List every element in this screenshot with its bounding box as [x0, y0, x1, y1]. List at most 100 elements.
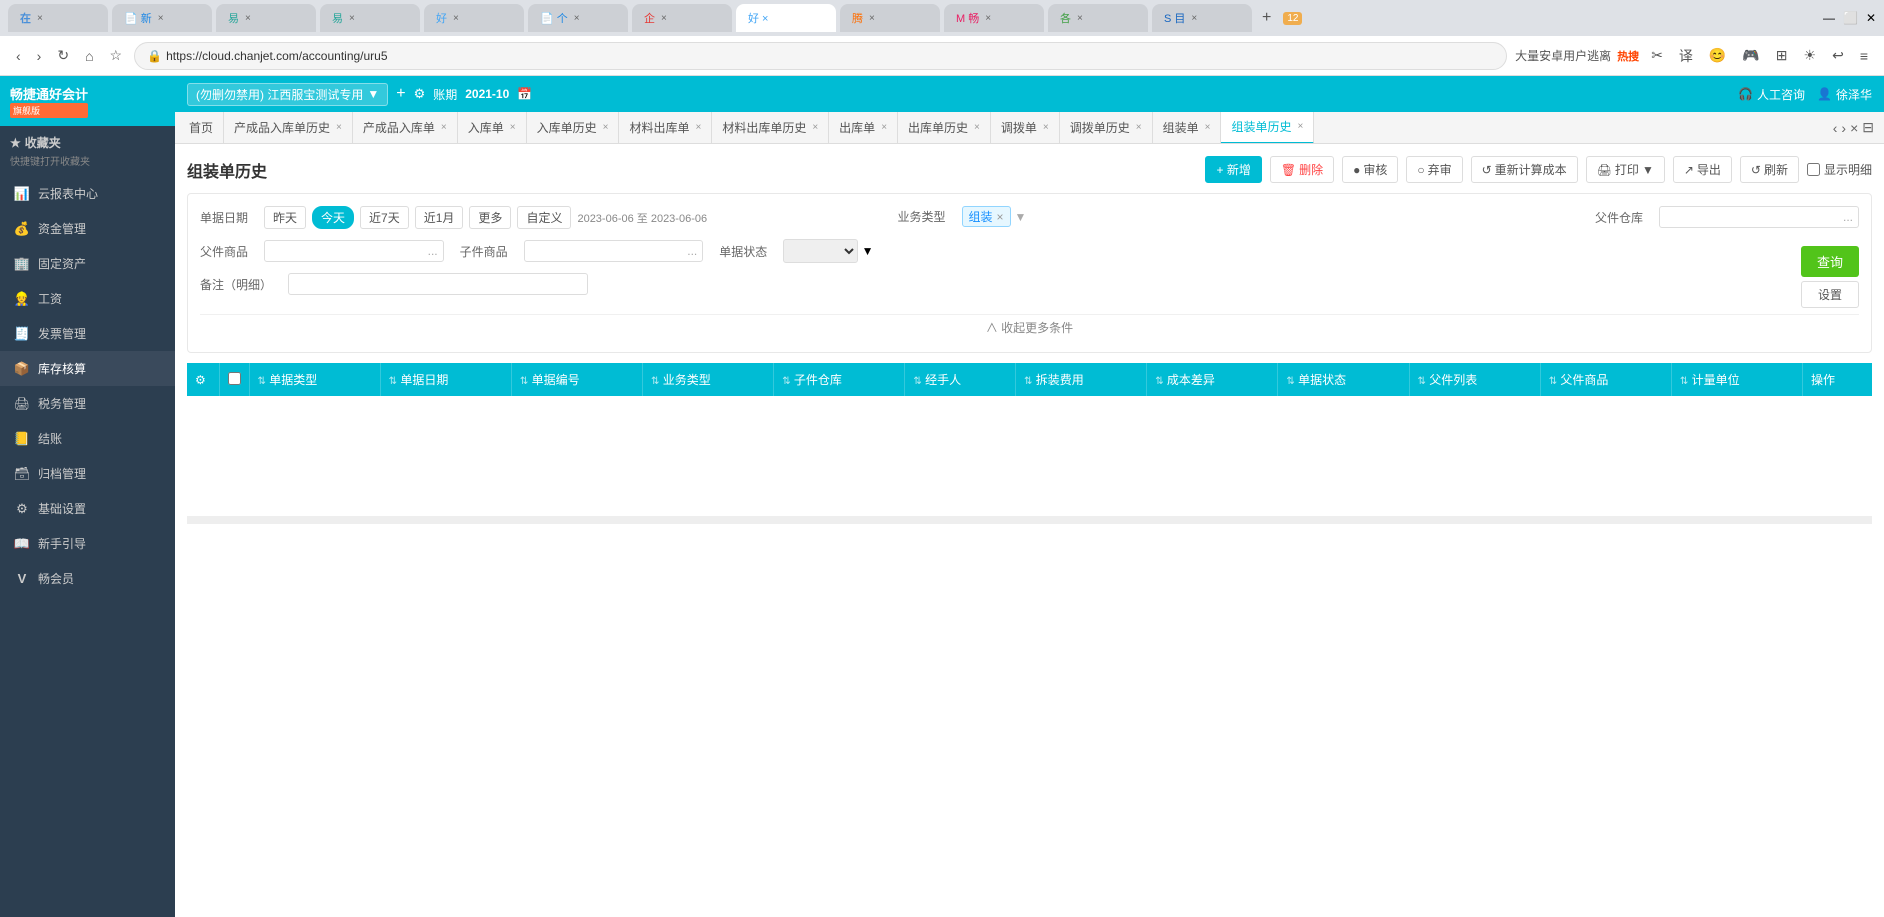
tab-transfer-history[interactable]: 调拨单历史 ×	[1060, 112, 1153, 144]
column-check[interactable]	[219, 363, 249, 396]
tab-inbound-history[interactable]: 入库单历史 ×	[527, 112, 620, 144]
sidebar-item-inventory[interactable]: 📦 库存核算	[0, 351, 175, 386]
tab-close-material-outbound-history[interactable]: ×	[812, 122, 818, 133]
scissors-btn[interactable]: ✂	[1647, 43, 1667, 68]
tab-close-9[interactable]: ×	[869, 13, 875, 24]
sidebar-item-salary[interactable]: 👷 工资	[0, 281, 175, 316]
set-button[interactable]: 设置	[1801, 281, 1859, 308]
tab-close-inbound[interactable]: ×	[510, 122, 516, 133]
add-button[interactable]: + 新增	[1205, 156, 1261, 183]
tab-material-outbound[interactable]: 材料出库单 ×	[619, 112, 712, 144]
browser-tab-12[interactable]: S 目 ×	[1152, 4, 1252, 32]
tab-close-3[interactable]: ×	[245, 13, 251, 24]
recalculate-button[interactable]: ↺ 重新计算成本	[1471, 156, 1578, 183]
undo-btn[interactable]: ↩	[1828, 43, 1848, 68]
collapse-filter-btn[interactable]: ∧ 收起更多条件	[200, 314, 1859, 340]
tab-close-transfer[interactable]: ×	[1043, 122, 1049, 133]
parent-goods-input[interactable]	[264, 240, 444, 262]
tab-close-finished-goods-history[interactable]: ×	[336, 122, 342, 133]
browser-tab-5[interactable]: 好 ×	[424, 4, 524, 32]
business-type-dropdown[interactable]: ▼	[1015, 210, 1027, 224]
remove-business-type-tag[interactable]: ×	[997, 210, 1004, 224]
tab-close-5[interactable]: ×	[453, 13, 459, 24]
tab-close-12[interactable]: ×	[1191, 13, 1197, 24]
tab-close-1[interactable]: ×	[37, 13, 43, 24]
parent-warehouse-input[interactable]	[1659, 206, 1859, 228]
tab-inbound[interactable]: 入库单 ×	[458, 112, 527, 144]
company-selector[interactable]: (勿删勿禁用) 江西服宝测试专用 ▼	[187, 83, 388, 106]
new-tab-button[interactable]: +	[1256, 9, 1277, 27]
abandon-button[interactable]: ○ 弃审	[1406, 156, 1462, 183]
remark-input[interactable]	[288, 273, 588, 295]
sidebar-item-archive[interactable]: 🗃 归档管理	[0, 456, 175, 491]
minimize-btn[interactable]: —	[1823, 11, 1835, 25]
close-btn[interactable]: ✕	[1866, 11, 1876, 25]
browser-tab-4[interactable]: 易 ×	[320, 4, 420, 32]
column-disassemble-fee[interactable]: ⇅ 拆装费用	[1016, 363, 1147, 396]
tab-close-2[interactable]: ×	[158, 13, 164, 24]
tab-scroll-right[interactable]: ›	[1841, 120, 1846, 136]
sidebar-item-vip[interactable]: V 畅会员	[0, 561, 175, 596]
sun-btn[interactable]: ☀	[1800, 43, 1821, 68]
column-bill-date[interactable]: ⇅ 单据日期	[380, 363, 511, 396]
tab-close-10[interactable]: ×	[985, 13, 991, 24]
7days-btn[interactable]: 近7天	[360, 206, 409, 229]
tab-outbound-history[interactable]: 出库单历史 ×	[898, 112, 991, 144]
tab-close-current[interactable]: ×	[1850, 120, 1858, 136]
column-handler[interactable]: ⇅ 经手人	[905, 363, 1016, 396]
game-btn[interactable]: 🎮	[1738, 43, 1763, 68]
bookmark-button[interactable]: ☆	[106, 43, 127, 68]
address-bar[interactable]: 🔒 https://cloud.chanjet.com/accounting/u…	[134, 42, 1507, 70]
forward-button[interactable]: ›	[33, 44, 46, 68]
export-button[interactable]: ↗ 导出	[1673, 156, 1732, 183]
yesterday-btn[interactable]: 昨天	[264, 206, 306, 229]
browser-tab-2[interactable]: 📄 新 ×	[112, 4, 212, 32]
grid-btn[interactable]: ⊞	[1772, 43, 1792, 68]
select-all-checkbox[interactable]	[228, 372, 241, 385]
tab-close-finished-goods[interactable]: ×	[441, 122, 447, 133]
tab-assembly[interactable]: 组装单 ×	[1153, 112, 1222, 144]
translate-btn[interactable]: 译	[1675, 42, 1697, 70]
bill-status-select[interactable]: 已审核 未审核	[783, 239, 858, 263]
tab-material-outbound-history[interactable]: 材料出库单历史 ×	[712, 112, 829, 144]
tab-close-material-outbound[interactable]: ×	[695, 122, 701, 133]
service-button[interactable]: 🎧 人工咨询	[1738, 86, 1805, 103]
browser-tab-9[interactable]: 腾 ×	[840, 4, 940, 32]
add-company-button[interactable]: +	[396, 85, 405, 103]
browser-tab-11[interactable]: 各 ×	[1048, 4, 1148, 32]
audit-button[interactable]: ● 审核	[1342, 156, 1398, 183]
tab-finished-goods[interactable]: 产成品入库单 ×	[353, 112, 458, 144]
tab-assembly-history[interactable]: 组装单历史 ×	[1221, 112, 1314, 144]
browser-tab-6[interactable]: 📄 个 ×	[528, 4, 628, 32]
settings-gear-button[interactable]: ⚙	[414, 86, 426, 102]
tab-close-transfer-history[interactable]: ×	[1136, 122, 1142, 133]
print-button[interactable]: 🖨 打印 ▼	[1586, 156, 1665, 183]
column-bill-type[interactable]: ⇅ 单据类型	[249, 363, 380, 396]
refresh-button[interactable]: ↻	[53, 43, 73, 68]
maximize-btn[interactable]: ⬜	[1843, 11, 1858, 25]
sidebar-item-funds[interactable]: 💰 资金管理	[0, 211, 175, 246]
tab-close-outbound-history[interactable]: ×	[974, 122, 980, 133]
show-detail-checkbox-label[interactable]: 显示明细	[1807, 161, 1872, 178]
column-parent-list[interactable]: ⇅ 父件列表	[1409, 363, 1540, 396]
tab-close-11[interactable]: ×	[1077, 13, 1083, 24]
show-detail-checkbox[interactable]	[1807, 163, 1820, 176]
sidebar-item-fixed-assets[interactable]: 🏢 固定资产	[0, 246, 175, 281]
column-sub-warehouse[interactable]: ⇅ 子件仓库	[774, 363, 905, 396]
tab-home[interactable]: 首页	[179, 112, 224, 144]
sidebar-item-tax[interactable]: 🖨 税务管理	[0, 386, 175, 421]
sidebar-item-settlement[interactable]: 📒 结账	[0, 421, 175, 456]
user-profile[interactable]: 👤 徐泽华	[1817, 86, 1872, 103]
tab-outbound[interactable]: 出库单 ×	[829, 112, 898, 144]
column-unit[interactable]: ⇅ 计量单位	[1671, 363, 1802, 396]
sidebar-item-settings[interactable]: ⚙ 基础设置	[0, 491, 175, 526]
tab-close-inbound-history[interactable]: ×	[603, 122, 609, 133]
horizontal-scrollbar[interactable]	[187, 516, 1872, 524]
tab-close-assembly-history[interactable]: ×	[1297, 121, 1303, 132]
tab-close-assembly[interactable]: ×	[1205, 122, 1211, 133]
column-cost-diff[interactable]: ⇅ 成本差异	[1147, 363, 1278, 396]
home-button[interactable]: ⌂	[81, 44, 97, 68]
warehouse-more-btn[interactable]: ...	[1843, 210, 1853, 224]
tab-more-options[interactable]: ⊟	[1862, 119, 1874, 136]
sidebar-item-guide[interactable]: 📖 新手引导	[0, 526, 175, 561]
